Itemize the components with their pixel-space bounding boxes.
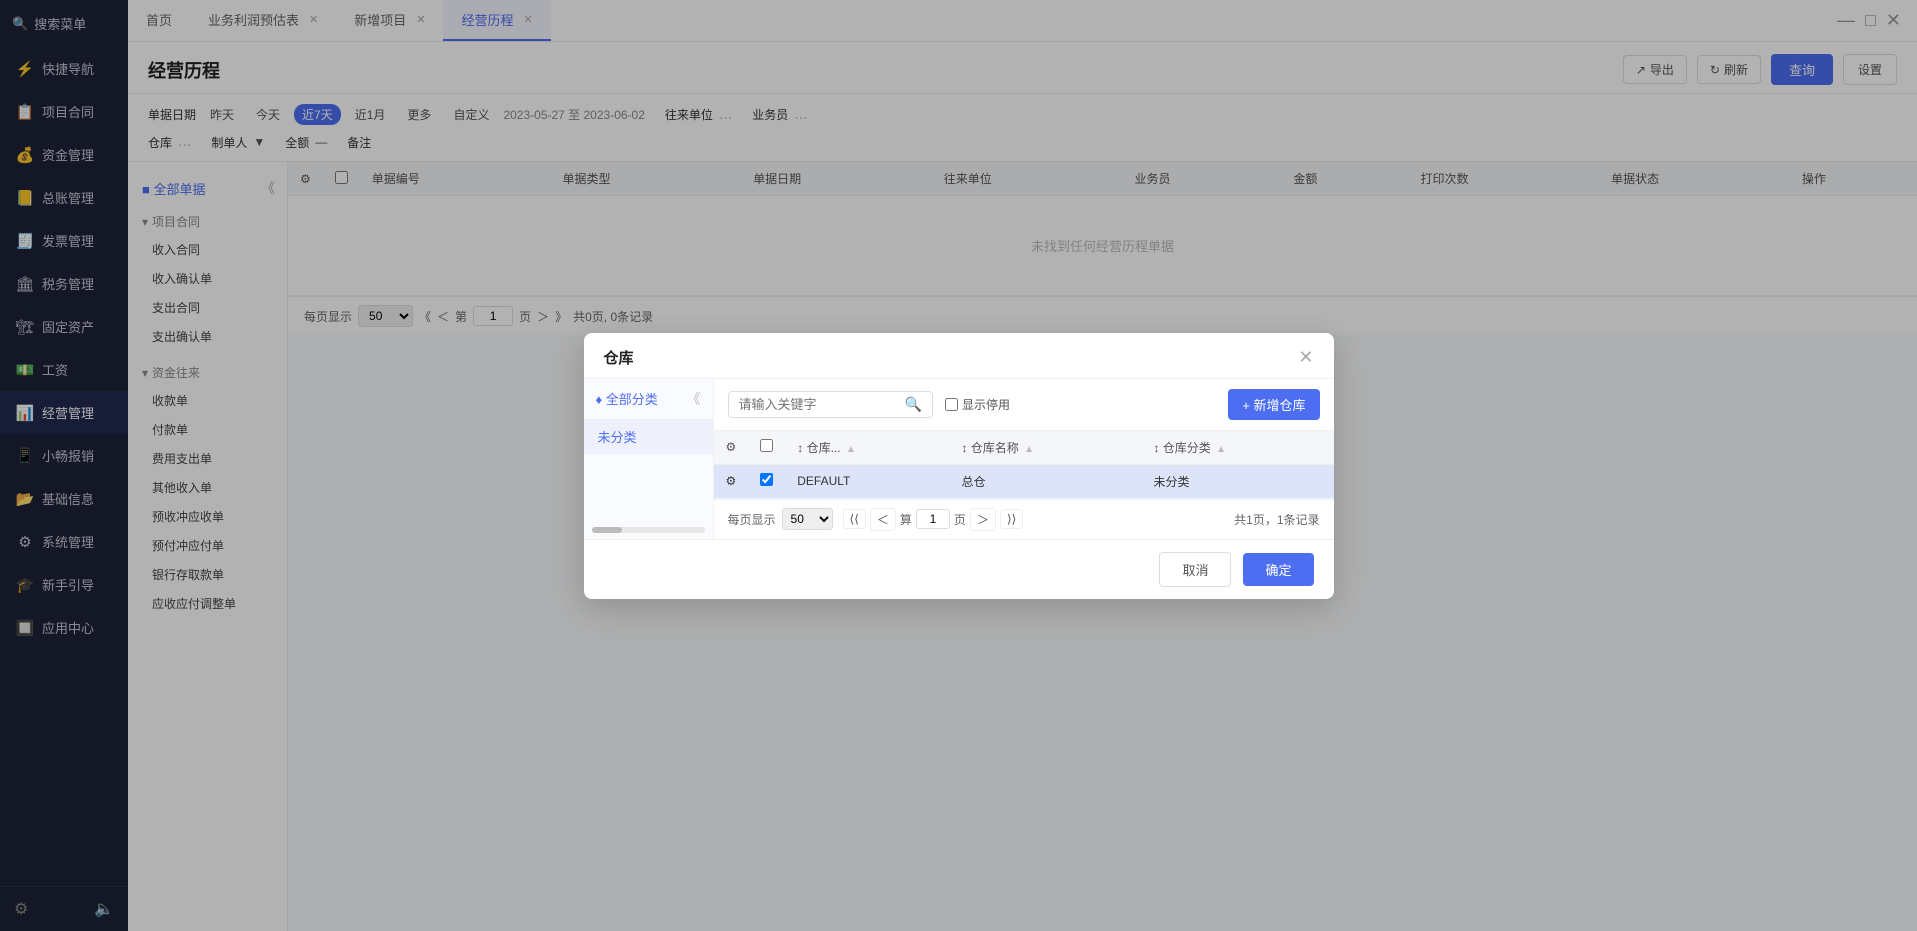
modal-select-all-checkbox[interactable] xyxy=(760,439,773,452)
modal-sidebar-item-uncategorized[interactable]: 未分类 xyxy=(584,419,713,454)
modal-search-input[interactable] xyxy=(739,397,899,412)
modal-sidebar: ♦ 全部分类 《 未分类 xyxy=(584,379,714,539)
modal-first-page-btn[interactable]: ⟨⟨ xyxy=(843,509,866,529)
modal-total-info: 共1页，1条记录 xyxy=(1234,511,1319,528)
modal-page-suffix: 页 xyxy=(954,511,966,528)
modal-table-cell-checkbox[interactable] xyxy=(748,464,785,498)
modal-search-box[interactable]: 🔍 xyxy=(728,391,933,418)
sort-name-icon: ▲ xyxy=(1024,444,1034,455)
modal-table-header-code: ↕ 仓库... ▲ xyxy=(785,431,949,465)
warehouse-modal: 仓库 ✕ ♦ 全部分类 《 未分类 xyxy=(584,333,1334,599)
modal-table-cell-code: DEFAULT xyxy=(785,464,949,498)
modal-table: ⚙ ↕ 仓库... ▲ ↕ 仓库名称 ▲ xyxy=(714,431,1334,499)
modal-table-cell-name: 总仓 xyxy=(949,464,1141,498)
modal-body: ♦ 全部分类 《 未分类 xyxy=(584,379,1334,539)
modal-close-button[interactable]: ✕ xyxy=(1298,347,1313,368)
modal-table-cell-category: 未分类 xyxy=(1141,464,1333,498)
modal-per-page-label: 每页显示 xyxy=(728,511,776,528)
modal-table-cell-gear: ⚙ xyxy=(714,464,749,498)
modal-per-page-select[interactable]: 50 100 xyxy=(782,508,833,530)
add-warehouse-button[interactable]: + 新增仓库 xyxy=(1228,389,1319,420)
modal-table-header-checkbox[interactable] xyxy=(748,431,785,465)
sort-category-icon: ▲ xyxy=(1216,444,1226,455)
modal-footer-bar: 每页显示 50 100 ⟨⟨ ＜ 算 页 ＞ ⟩⟩ xyxy=(714,499,1334,539)
modal-row-checkbox[interactable] xyxy=(760,473,773,486)
modal-confirm-button[interactable]: 确定 xyxy=(1243,553,1313,586)
modal-last-page-btn[interactable]: ⟩⟩ xyxy=(1000,509,1023,529)
modal-table-header-gear: ⚙ xyxy=(714,431,749,465)
modal-sidebar-scroll: 未分类 xyxy=(584,419,713,527)
modal-page-label: 算 xyxy=(900,511,912,528)
modal-table-header-category: ↕ 仓库分类 ▲ xyxy=(1141,431,1333,465)
modal-sidebar-item-label: 未分类 xyxy=(598,430,637,445)
modal-cancel-button[interactable]: 取消 xyxy=(1159,552,1231,587)
modal-page-input[interactable] xyxy=(916,509,950,529)
modal-overlay: 仓库 ✕ ♦ 全部分类 《 未分类 xyxy=(0,0,1917,931)
modal-table-header-name: ↕ 仓库名称 ▲ xyxy=(949,431,1141,465)
modal-next-page-btn[interactable]: ＞ xyxy=(970,508,996,531)
modal-sidebar-header-label: ♦ 全部分类 xyxy=(596,389,658,408)
modal-main: 🔍 显示停用 + 新增仓库 ⚙ xyxy=(714,379,1334,539)
sort-code-icon: ▲ xyxy=(846,444,856,455)
modal-sidebar-header: ♦ 全部分类 《 xyxy=(584,379,713,419)
show-disabled-label: 显示停用 xyxy=(962,396,1010,413)
modal-table-wrap: ⚙ ↕ 仓库... ▲ ↕ 仓库名称 ▲ xyxy=(714,431,1334,499)
modal-prev-page-btn[interactable]: ＜ xyxy=(870,508,896,531)
modal-table-row[interactable]: ⚙ DEFAULT 总仓 未分类 xyxy=(714,464,1334,498)
show-disabled-checkbox[interactable] xyxy=(945,398,958,411)
modal-per-page: 每页显示 50 100 xyxy=(728,508,833,530)
modal-toolbar: 🔍 显示停用 + 新增仓库 xyxy=(714,379,1334,431)
modal-sidebar-collapse-icon[interactable]: 《 xyxy=(687,389,701,409)
modal-search-icon: 🔍 xyxy=(905,396,922,413)
modal-pager: ⟨⟨ ＜ 算 页 ＞ ⟩⟩ xyxy=(843,508,1024,531)
modal-actions: 取消 确定 xyxy=(584,539,1334,599)
modal-header: 仓库 ✕ xyxy=(584,333,1334,379)
show-disabled-checkbox-group: 显示停用 xyxy=(945,396,1010,413)
modal-title: 仓库 xyxy=(604,347,634,368)
